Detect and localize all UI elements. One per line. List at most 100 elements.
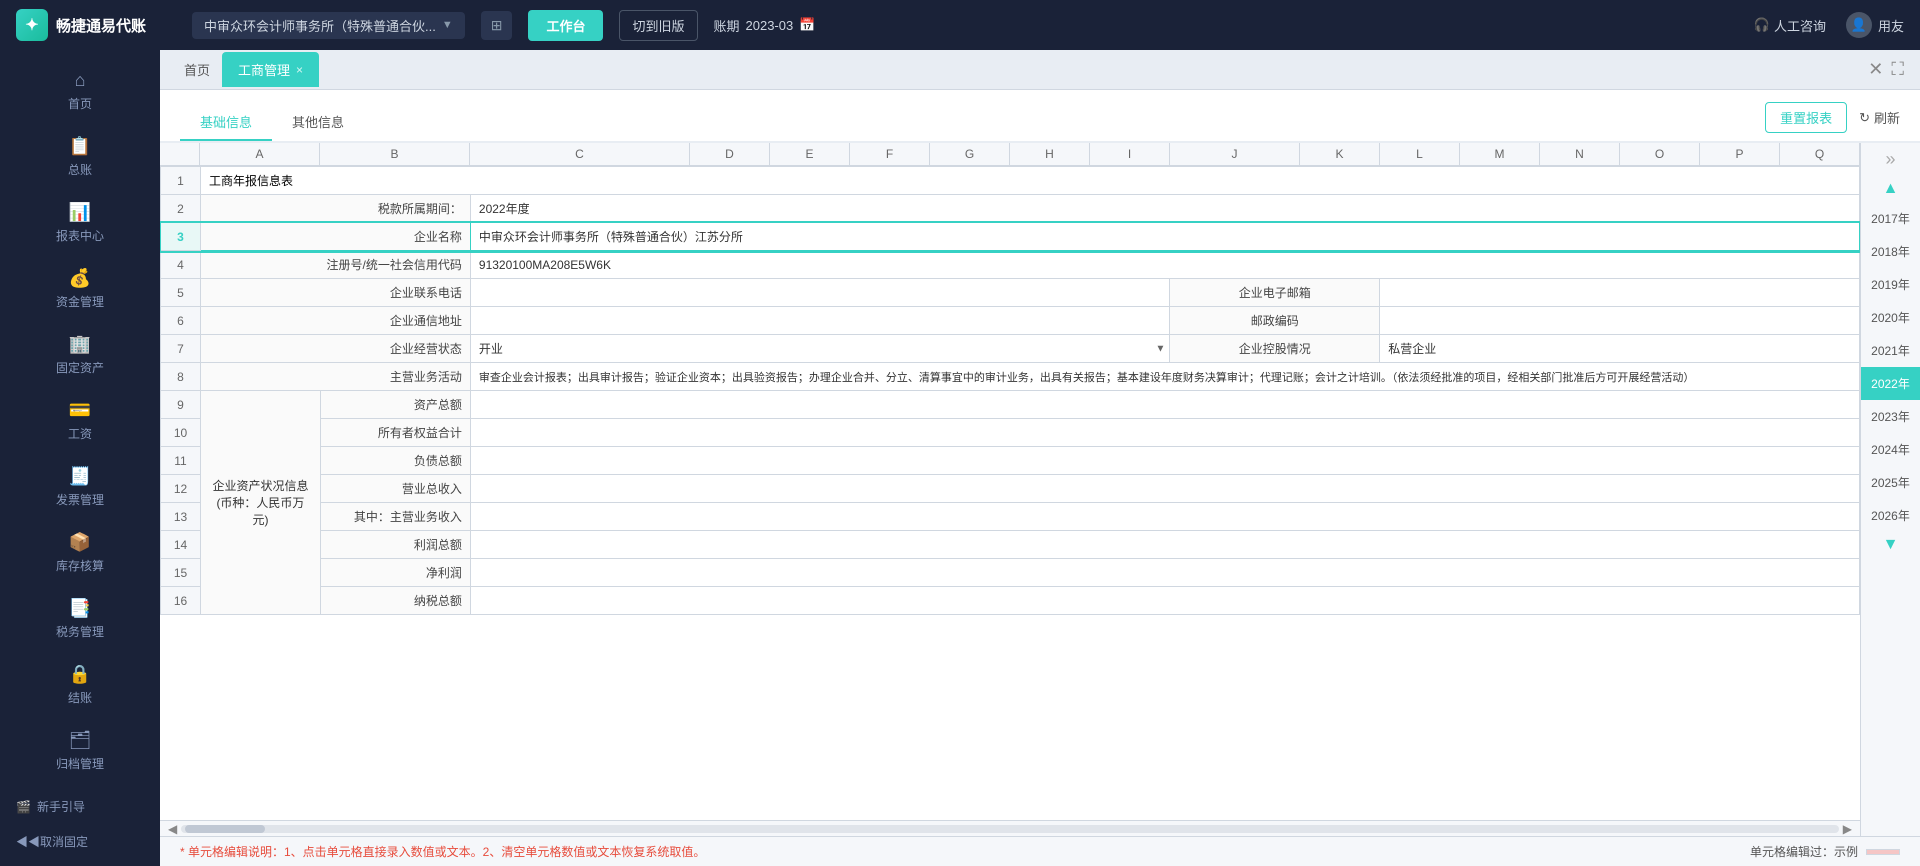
reset-report-button[interactable]: 重置报表 <box>1765 102 1847 133</box>
year-item-2025[interactable]: 2025年 <box>1861 466 1920 499</box>
phone-value[interactable] <box>470 279 1169 307</box>
year-panel: » ▲ 2017年 2018年 2019年 2020年 2021年 2022年 … <box>1860 143 1920 836</box>
year-down-button[interactable]: ▼ <box>1879 532 1903 558</box>
table-row: 10 所有者权益合计 <box>161 419 1860 447</box>
tab-commerce[interactable]: 工商管理 × <box>222 52 319 87</box>
newhand-guide[interactable]: 🎬 新手引导 <box>0 788 160 825</box>
tab-home[interactable]: 首页 <box>176 56 218 83</box>
reg-num-value[interactable]: 91320100MA208E5W6K <box>470 251 1859 279</box>
biz-status-value[interactable]: 开业 ▼ <box>470 335 1169 363</box>
sidebar-label-assets: 固定资产 <box>56 359 104 376</box>
year-item-2024[interactable]: 2024年 <box>1861 433 1920 466</box>
h-scroll-left-arrow[interactable]: ◀ <box>164 822 181 836</box>
h-scroll-track[interactable] <box>181 825 1839 833</box>
address-value[interactable] <box>470 307 1169 335</box>
asset-info-merged-label: 企业资产状况信息(币种：人民币万元) <box>200 391 320 615</box>
main-biz-value[interactable]: 审查企业会计报表；出具审计报告；验证企业资本；出具验资报告；办理企业合并、分立、… <box>470 363 1859 391</box>
sidebar-label-finance: 资金管理 <box>56 293 104 310</box>
newhand-label: 新手引导 <box>37 798 85 815</box>
workbench-button[interactable]: 工作台 <box>528 10 603 41</box>
period-value-cell[interactable]: 2022年度 <box>470 195 1859 223</box>
year-item-2017[interactable]: 2017年 <box>1861 202 1920 235</box>
sidebar-item-salary[interactable]: 💳 工资 <box>0 388 160 454</box>
row-num-11: 11 <box>161 447 201 475</box>
h-scroll-thumb[interactable] <box>185 825 265 833</box>
cancel-fixed-button[interactable]: ◀◀取消固定 <box>0 825 160 858</box>
sidebar-bottom: 🎬 新手引导 ◀◀取消固定 <box>0 788 160 858</box>
sidebar-item-ledger[interactable]: 📋 总账 <box>0 124 160 190</box>
sidebar-item-archive[interactable]: 🗂 归档管理 <box>0 718 160 784</box>
equity-value[interactable] <box>470 419 1859 447</box>
sidebar-item-assets[interactable]: 🏢 固定资产 <box>0 322 160 388</box>
tab-expand-icon[interactable]: ⛶ <box>1891 59 1904 80</box>
period-label-cell: 税款所属期间： <box>200 195 470 223</box>
sidebar-label-tax: 税务管理 <box>56 623 104 640</box>
tab-close-icon[interactable]: × <box>296 63 303 77</box>
revenue-value[interactable] <box>470 475 1859 503</box>
holding-value[interactable]: 私营企业 <box>1380 335 1860 363</box>
refresh-button[interactable]: ↻ 刷新 <box>1859 108 1900 127</box>
user-area[interactable]: 👤 用友 <box>1846 12 1904 38</box>
row-num-7: 7 <box>161 335 201 363</box>
sidebar-item-finance[interactable]: 💰 资金管理 <box>0 256 160 322</box>
table-row: 6 企业通信地址 邮政编码 <box>161 307 1860 335</box>
service-button[interactable]: 🎧 人工咨询 <box>1754 16 1826 35</box>
main-revenue-value[interactable] <box>470 503 1859 531</box>
year-up-button[interactable]: ▲ <box>1879 176 1903 202</box>
year-item-2019[interactable]: 2019年 <box>1861 268 1920 301</box>
company-name-value[interactable]: 中审众环会计师事务所（特殊普通合伙）江苏分所 <box>470 223 1859 251</box>
table-row: 13 其中：主营业务收入 <box>161 503 1860 531</box>
sidebar-item-reports[interactable]: 📊 报表中心 <box>0 190 160 256</box>
header-right: 🎧 人工咨询 👤 用友 <box>1754 12 1904 38</box>
service-label: 人工咨询 <box>1774 16 1826 35</box>
period-label: 账期 <box>714 16 740 35</box>
h-scroll-right-arrow[interactable]: ▶ <box>1839 822 1856 836</box>
content-area: 首页 工商管理 × ✕ ⛶ 基础信息 其他信息 <box>160 50 1920 866</box>
row-num-16: 16 <box>161 587 201 615</box>
total-profit-value[interactable] <box>470 531 1859 559</box>
table-row: 9 企业资产状况信息(币种：人民币万元) 资产总额 <box>161 391 1860 419</box>
year-item-2021[interactable]: 2021年 <box>1861 334 1920 367</box>
h-scrollbar[interactable]: ◀ ▶ <box>160 820 1860 836</box>
logo-area: ✦ 畅捷通易代账 <box>16 9 176 41</box>
zip-value[interactable] <box>1380 307 1860 335</box>
year-item-2020[interactable]: 2020年 <box>1861 301 1920 334</box>
sub-tab-basic[interactable]: 基础信息 <box>180 104 272 141</box>
year-panel-collapse-icon[interactable]: » <box>1861 143 1920 176</box>
sidebar-item-close[interactable]: 🔒 结账 <box>0 652 160 718</box>
archive-icon: 🗂 <box>69 730 92 751</box>
calendar-icon[interactable]: 📅 <box>799 17 815 33</box>
main-biz-label: 主营业务活动 <box>200 363 470 391</box>
table-scroll[interactable]: 1 工商年报信息表 2 税款所属期间： 2022年度 <box>160 166 1860 820</box>
old-version-button[interactable]: 切到旧版 <box>619 10 697 41</box>
cancel-fixed-label: ◀◀取消固定 <box>16 833 88 850</box>
close-account-icon: 🔒 <box>69 664 91 685</box>
total-tax-value[interactable] <box>470 587 1859 615</box>
col-header-e: E <box>770 143 850 165</box>
reports-icon: 📊 <box>69 202 91 223</box>
sidebar-item-tax[interactable]: 📑 税务管理 <box>0 586 160 652</box>
row-num-4: 4 <box>161 251 201 279</box>
total-assets-label: 资产总额 <box>320 391 470 419</box>
col-header-h: H <box>1010 143 1090 165</box>
company-selector[interactable]: 中审众环会计师事务所（特殊普通合伙... ▼ <box>192 12 465 39</box>
total-profit-label: 利润总额 <box>320 531 470 559</box>
sidebar-item-invoice[interactable]: 🧾 发票管理 <box>0 454 160 520</box>
sub-tab-other[interactable]: 其他信息 <box>272 104 364 141</box>
year-item-2023[interactable]: 2023年 <box>1861 400 1920 433</box>
table-row: 8 主营业务活动 审查企业会计报表；出具审计报告；验证企业资本；出具验资报告；办… <box>161 363 1860 391</box>
year-item-2018[interactable]: 2018年 <box>1861 235 1920 268</box>
sidebar-item-inventory[interactable]: 📦 库存核算 <box>0 520 160 586</box>
year-item-2026[interactable]: 2026年 <box>1861 499 1920 532</box>
year-item-2022[interactable]: 2022年 <box>1861 367 1920 400</box>
total-assets-value[interactable] <box>470 391 1859 419</box>
col-header-j: J <box>1170 143 1300 165</box>
sidebar-item-home[interactable]: ⌂ 首页 <box>0 58 160 124</box>
liabilities-value[interactable] <box>470 447 1859 475</box>
table-row: 16 纳税总额 <box>161 587 1860 615</box>
net-profit-value[interactable] <box>470 559 1859 587</box>
email-value[interactable] <box>1380 279 1860 307</box>
copy-button[interactable]: ⊞ <box>481 11 513 40</box>
company-name: 中审众环会计师事务所（特殊普通合伙... <box>204 16 436 35</box>
tab-close-button[interactable]: ✕ <box>1868 59 1883 80</box>
